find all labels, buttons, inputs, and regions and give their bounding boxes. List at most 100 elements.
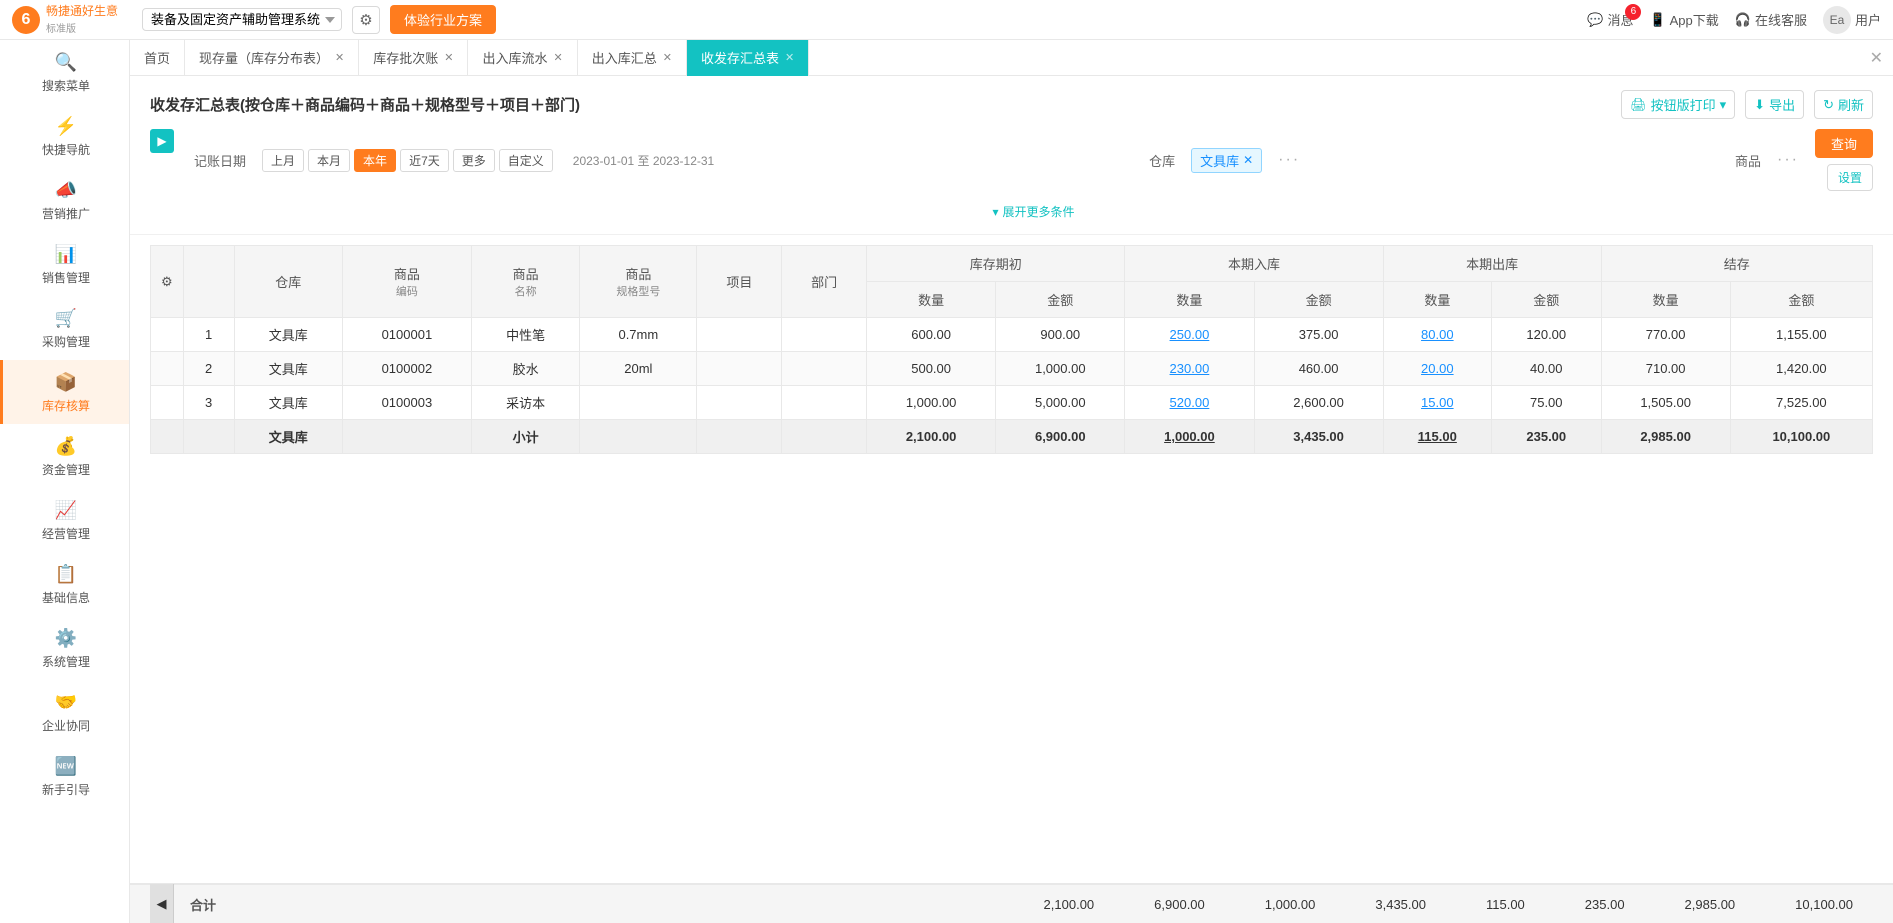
tab-summary-label: 出入库汇总 bbox=[592, 48, 657, 67]
sidebar-item-inventory[interactable]: 📦 库存核算 bbox=[0, 360, 129, 424]
expand-conditions-btn[interactable]: ▾ 展开更多条件 bbox=[982, 199, 1084, 224]
message-icon-item[interactable]: 💬 消息 6 bbox=[1587, 10, 1633, 29]
filter-toggle[interactable]: ▶ bbox=[150, 129, 174, 153]
sidebar-item-purchase[interactable]: 🛒 采购管理 bbox=[0, 296, 129, 360]
sidebar-item-marketing[interactable]: 📣 营销推广 bbox=[0, 168, 129, 232]
goods-more-btn[interactable]: ··· bbox=[1777, 151, 1799, 169]
row-in-qty[interactable]: 250.00 bbox=[1125, 318, 1254, 352]
row-out-qty[interactable]: 80.00 bbox=[1383, 318, 1491, 352]
row-open-amt: 900.00 bbox=[996, 318, 1125, 352]
system-title-select[interactable]: 装备及固定资产辅助管理系统 bbox=[142, 8, 342, 31]
th-in-amt: 金额 bbox=[1254, 282, 1383, 318]
tab-receipt-summary[interactable]: 收发存汇总表 ✕ bbox=[687, 40, 809, 76]
tab-inventory-dist[interactable]: 现存量（库存分布表） ✕ bbox=[185, 40, 359, 76]
total-out-qty: 115.00 bbox=[1486, 897, 1525, 912]
row-warehouse: 文具库 bbox=[234, 352, 342, 386]
tab-close-icon[interactable]: ✕ bbox=[554, 51, 563, 64]
sidebar-item-finance[interactable]: 💰 资金管理 bbox=[0, 424, 129, 488]
page-title: 收发存汇总表(按仓库＋商品编码＋商品＋规格型号＋项目＋部门) bbox=[150, 94, 580, 115]
sidebar-item-corp[interactable]: 🤝 企业协同 bbox=[0, 680, 129, 744]
tab-close-icon[interactable]: ✕ bbox=[785, 51, 794, 64]
date-prev-month[interactable]: 上月 bbox=[262, 149, 304, 172]
row-in-qty[interactable]: 230.00 bbox=[1125, 352, 1254, 386]
subtotal-no bbox=[183, 420, 234, 454]
row-out-qty[interactable]: 15.00 bbox=[1383, 386, 1491, 420]
sidebar-item-sysmanage[interactable]: ⚙️ 系统管理 bbox=[0, 616, 129, 680]
logo-sub: 标准版 bbox=[46, 20, 118, 35]
th-settings[interactable]: ⚙ bbox=[151, 246, 184, 318]
app-container: 6 畅捷通好生意 标准版 装备及固定资产辅助管理系统 ⚙ 体验行业方案 💬 消息… bbox=[0, 0, 1893, 923]
th-out-amt: 金额 bbox=[1491, 282, 1601, 318]
filter-settings-button[interactable]: 设置 bbox=[1827, 164, 1873, 191]
tab-close-icon[interactable]: ✕ bbox=[444, 51, 453, 64]
sidebar-label-guide: 新手引导 bbox=[42, 781, 90, 798]
tab-close-icon[interactable]: ✕ bbox=[335, 51, 344, 64]
date-buttons: 上月 本月 本年 近7天 更多 自定义 bbox=[262, 149, 553, 172]
total-label: 合计 bbox=[190, 895, 216, 914]
collapse-btn[interactable]: ◀ bbox=[150, 884, 174, 923]
header-actions: 🖨 按钮版打印 ▾ ⬇ 导出 ↻ 刷新 bbox=[1621, 90, 1873, 119]
table-footer: 文具库 小计 2,100.00 6,900.00 1,000.00 3,435.… bbox=[151, 420, 1873, 454]
print-button[interactable]: 🖨 按钮版打印 ▾ bbox=[1621, 90, 1735, 119]
row-no: 2 bbox=[183, 352, 234, 386]
tab-batch[interactable]: 库存批次账 ✕ bbox=[359, 40, 468, 76]
warehouse-tag-close[interactable]: ✕ bbox=[1243, 153, 1253, 167]
page-content: 收发存汇总表(按仓库＋商品编码＋商品＋规格型号＋项目＋部门) 🖨 按钮版打印 ▾… bbox=[130, 76, 1893, 883]
row-in-qty[interactable]: 520.00 bbox=[1125, 386, 1254, 420]
tabs-close-all[interactable]: ✕ bbox=[1870, 48, 1893, 68]
sidebar-item-quicknav[interactable]: ⚡ 快捷导航 bbox=[0, 104, 129, 168]
row-open-amt: 5,000.00 bbox=[996, 386, 1125, 420]
date-custom[interactable]: 自定义 bbox=[499, 149, 553, 172]
warehouse-more-btn[interactable]: ··· bbox=[1278, 151, 1300, 169]
tab-summary[interactable]: 出入库汇总 ✕ bbox=[578, 40, 687, 76]
tab-home[interactable]: 首页 bbox=[130, 40, 185, 76]
sidebar-label-corp: 企业协同 bbox=[42, 717, 90, 734]
sidebar-item-operations[interactable]: 📈 经营管理 bbox=[0, 488, 129, 552]
app-download-item[interactable]: 📱 App下载 bbox=[1649, 10, 1718, 29]
sidebar-item-guide[interactable]: 🆕 新手引导 bbox=[0, 744, 129, 808]
th-dept: 部门 bbox=[782, 246, 867, 318]
row-code: 0100002 bbox=[342, 352, 471, 386]
finance-icon: 💰 bbox=[55, 436, 77, 457]
sidebar-item-search[interactable]: 🔍 搜索菜单 bbox=[0, 40, 129, 104]
refresh-button[interactable]: ↻ 刷新 bbox=[1814, 90, 1873, 119]
row-open-qty: 600.00 bbox=[867, 318, 996, 352]
th-bal-amt: 金额 bbox=[1730, 282, 1872, 318]
gear-button[interactable]: ⚙ bbox=[352, 6, 380, 34]
th-opening: 库存期初 bbox=[867, 246, 1125, 282]
subtotal-in-qty[interactable]: 1,000.00 bbox=[1125, 420, 1254, 454]
date-more[interactable]: 更多 bbox=[453, 149, 495, 172]
sidebar-label-baseinfo: 基础信息 bbox=[42, 589, 90, 606]
th-open-amt: 金额 bbox=[996, 282, 1125, 318]
tab-flow[interactable]: 出入库流水 ✕ bbox=[468, 40, 577, 76]
table-row: 3 文具库 0100003 采访本 1,000.00 5,000.00 520.… bbox=[151, 386, 1873, 420]
row-settings bbox=[151, 386, 184, 420]
tab-receipt-summary-label: 收发存汇总表 bbox=[701, 48, 779, 67]
chevron-down-icon: ▾ bbox=[1720, 97, 1727, 113]
query-button[interactable]: 查询 bbox=[1815, 129, 1873, 158]
row-open-amt: 1,000.00 bbox=[996, 352, 1125, 386]
row-spec: 0.7mm bbox=[580, 318, 697, 352]
subtotal-in-amt: 3,435.00 bbox=[1254, 420, 1383, 454]
th-code: 商品编码 bbox=[342, 246, 471, 318]
subtotal-bal-qty: 2,985.00 bbox=[1601, 420, 1730, 454]
trial-button[interactable]: 体验行业方案 bbox=[390, 5, 496, 34]
row-no: 1 bbox=[183, 318, 234, 352]
user-item[interactable]: Ea 用户 bbox=[1823, 6, 1881, 34]
date-this-year[interactable]: 本年 bbox=[354, 149, 396, 172]
sidebar-item-baseinfo[interactable]: 📋 基础信息 bbox=[0, 552, 129, 616]
expand-down-icon: ▾ bbox=[992, 205, 998, 219]
date-this-month[interactable]: 本月 bbox=[308, 149, 350, 172]
row-out-qty[interactable]: 20.00 bbox=[1383, 352, 1491, 386]
sidebar-item-sales[interactable]: 📊 销售管理 bbox=[0, 232, 129, 296]
row-settings bbox=[151, 318, 184, 352]
export-button[interactable]: ⬇ 导出 bbox=[1745, 90, 1804, 119]
row-bal-amt: 7,525.00 bbox=[1730, 386, 1872, 420]
online-service-item[interactable]: 🎧 在线客服 bbox=[1735, 10, 1807, 29]
message-icon: 💬 bbox=[1587, 12, 1603, 28]
app-download-icon: 📱 bbox=[1649, 12, 1665, 28]
subtotal-out-qty[interactable]: 115.00 bbox=[1383, 420, 1491, 454]
date-7days[interactable]: 近7天 bbox=[400, 149, 449, 172]
tab-batch-label: 库存批次账 bbox=[373, 48, 438, 67]
tab-close-icon[interactable]: ✕ bbox=[663, 51, 672, 64]
